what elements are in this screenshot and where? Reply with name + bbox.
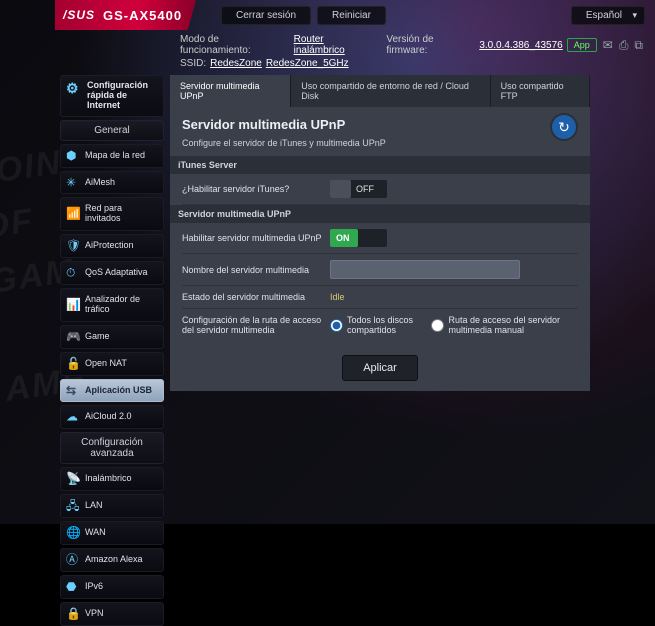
sidebar-item-qos[interactable]: ⏱QoS Adaptativa xyxy=(60,261,164,285)
content: Servidor multimedia UPnP Uso compartido … xyxy=(170,75,590,626)
group-itunes: iTunes Server xyxy=(170,156,590,174)
sidebar-item-guest[interactable]: 📶Red para invitados xyxy=(60,197,164,231)
group-upnp: Servidor multimedia UPnP xyxy=(170,205,590,223)
refresh-button[interactable]: ↻ xyxy=(552,115,576,139)
wan-icon: 🌐 xyxy=(66,526,81,539)
sidebar-item-vpn[interactable]: 🔒VPN xyxy=(60,602,164,626)
sidebar-item-usb-app[interactable]: ⇆Aplicación USB xyxy=(60,379,164,403)
row-enable-label: Habilitar servidor multimedia UPnP xyxy=(182,233,322,243)
tab-cloud-disk[interactable]: Uso compartido de entorno de red / Cloud… xyxy=(291,75,490,107)
sidebar-item-wan[interactable]: 🌐WAN xyxy=(60,521,164,545)
tab-upnp[interactable]: Servidor multimedia UPnP xyxy=(170,75,291,107)
sidebar-item-ipv6[interactable]: ⬣IPv6 xyxy=(60,575,164,599)
language-select[interactable]: Español xyxy=(571,6,645,25)
reboot-button[interactable]: Reiniciar xyxy=(317,6,386,25)
usb-icon[interactable]: ⎙ xyxy=(619,38,629,53)
mode-link[interactable]: Router inalámbrico xyxy=(294,34,376,56)
sidebar-item-traffic[interactable]: 📊Analizador de tráfico xyxy=(60,288,164,322)
sidebar-item-lan[interactable]: 🖧LAN xyxy=(60,494,164,518)
row-itunes-label: ¿Habilitar servidor iTunes? xyxy=(182,184,322,194)
upnp-panel: ↻ Servidor multimedia UPnP Configure el … xyxy=(170,107,590,391)
lan-icon: 🖧 xyxy=(66,500,79,513)
cloud-icon: ☁ xyxy=(66,411,78,424)
sidebar-item-opennat[interactable]: 🔓Open NAT xyxy=(60,352,164,376)
fw-label: Versión de firmware: xyxy=(386,34,475,56)
sidebar-item-network-map[interactable]: ⬢Mapa de la red xyxy=(60,144,164,168)
sidebar: ⚙ Configuración rápida de Internet Gener… xyxy=(60,75,164,626)
brand-plate: /SUS GS-AX5400 xyxy=(55,0,196,30)
panel-subtitle: Configure el servidor de iTunes y multim… xyxy=(182,138,578,148)
guest-icon: 📶 xyxy=(66,208,81,221)
panel-title: Servidor multimedia UPnP xyxy=(182,117,578,132)
status-value: Idle xyxy=(330,292,345,302)
sidebar-item-aimesh[interactable]: ✳AiMesh xyxy=(60,171,164,195)
logout-button[interactable]: Cerrar sesión xyxy=(221,6,311,25)
game-icon: 🎮 xyxy=(66,330,81,343)
qos-icon: ⏱ xyxy=(66,266,75,279)
server-name-input[interactable] xyxy=(330,260,520,279)
quick-setup-button[interactable]: ⚙ Configuración rápida de Internet xyxy=(60,75,164,117)
nat-icon: 🔓 xyxy=(66,357,81,370)
ssid2-link[interactable]: RedesZone_5GHz xyxy=(266,58,349,69)
itunes-toggle[interactable]: OFF xyxy=(330,180,387,198)
sidebar-item-alexa[interactable]: ⒶAmazon Alexa xyxy=(60,548,164,572)
sidebar-item-wireless[interactable]: 📡Inalámbrico xyxy=(60,467,164,491)
tabs: Servidor multimedia UPnP Uso compartido … xyxy=(170,75,590,107)
fw-link[interactable]: 3.0.0.4.386_43576 xyxy=(479,40,562,51)
row-name-label: Nombre del servidor multimedia xyxy=(182,265,322,275)
tab-ftp[interactable]: Uso compartido FTP xyxy=(491,75,590,107)
radio-all-disks[interactable]: Todos los discos compartidos xyxy=(330,315,425,335)
sidebar-item-aicloud[interactable]: ☁AiCloud 2.0 xyxy=(60,405,164,429)
ipv6-icon: ⬣ xyxy=(66,580,76,593)
brand-logo: /SUS xyxy=(63,8,95,22)
link-icon[interactable]: ⧉ xyxy=(634,38,643,53)
traffic-icon: 📊 xyxy=(66,298,81,311)
notify-icon[interactable]: ✉ xyxy=(603,38,613,52)
sidebar-item-game[interactable]: 🎮Game xyxy=(60,325,164,349)
apply-button[interactable]: Aplicar xyxy=(342,355,418,381)
section-general: General xyxy=(60,120,164,141)
app-badge[interactable]: App xyxy=(567,38,597,52)
row-path-label: Configuración de la ruta de acceso del s… xyxy=(182,315,322,335)
sidebar-item-aiprotection[interactable]: 🛡AiProtection xyxy=(60,234,164,258)
section-advanced: Configuración avanzada xyxy=(60,432,164,464)
network-map-icon: ⬢ xyxy=(66,149,76,162)
ssid-label: SSID: xyxy=(180,58,206,69)
usb-app-icon: ⇆ xyxy=(66,384,76,397)
upnp-toggle[interactable]: ON xyxy=(330,229,387,247)
radio-manual-path[interactable]: Ruta de acceso del servidor multimedia m… xyxy=(431,315,578,335)
ssid1-link[interactable]: RedesZone xyxy=(210,58,262,69)
row-status-label: Estado del servidor multimedia xyxy=(182,292,322,302)
quick-label: Configuración rápida de Internet xyxy=(87,80,148,110)
aimesh-icon: ✳ xyxy=(66,176,76,189)
shield-icon: 🛡 xyxy=(66,240,81,253)
mode-label: Modo de funcionamiento: xyxy=(180,34,290,56)
gear-icon: ⚙ xyxy=(66,81,79,96)
model-name: GS-AX5400 xyxy=(103,8,182,23)
alexa-icon: Ⓐ xyxy=(66,553,78,566)
wireless-icon: 📡 xyxy=(66,473,81,486)
vpn-icon: 🔒 xyxy=(66,607,81,620)
